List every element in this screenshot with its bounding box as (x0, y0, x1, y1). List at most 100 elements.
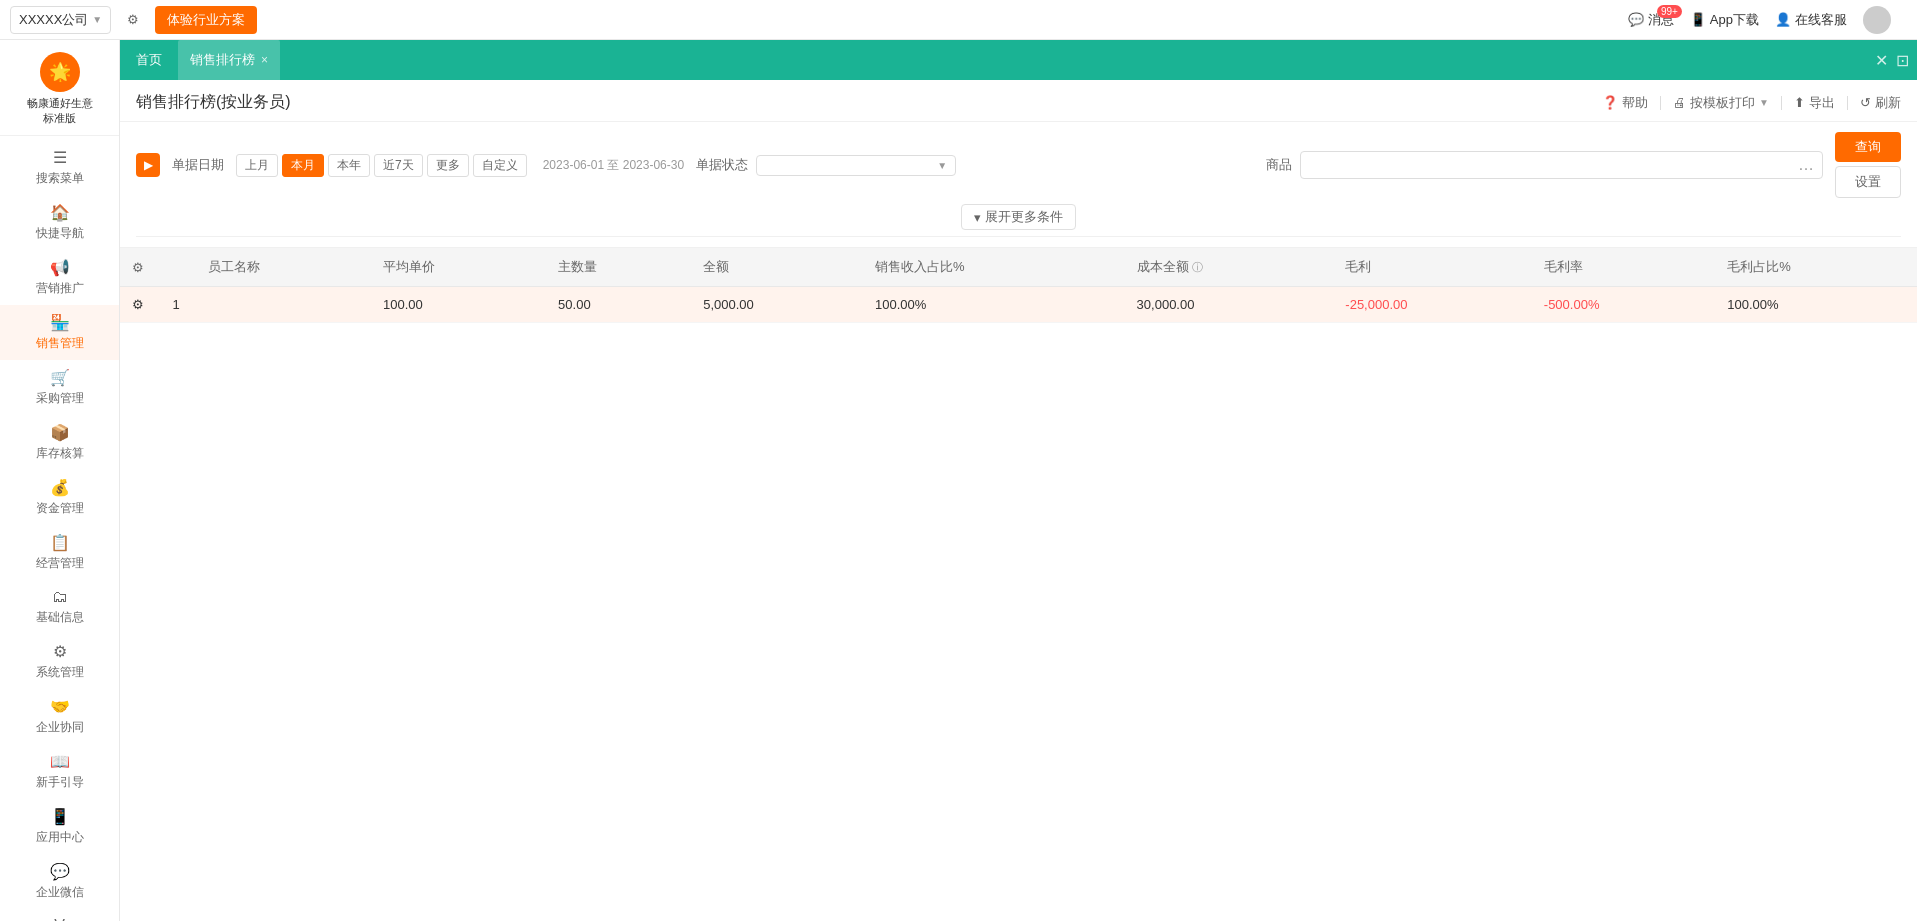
nav-icon-1: 🏠 (50, 203, 70, 222)
nav-icon-7: 📋 (50, 533, 70, 552)
filter-expand-btn[interactable]: ▶ (136, 153, 160, 177)
mobile-icon: 📱 (1690, 12, 1706, 27)
page-header: 销售排行榜(按业务员) ❓ 帮助 🖨 按模板打印 ▼ ⬆ (120, 80, 1917, 122)
sidebar-item-9[interactable]: ⚙系统管理 (0, 634, 119, 689)
col-sales-pct: 销售收入占比% (863, 248, 1125, 287)
date-range-text: 2023-06-01 至 2023-06-30 (543, 157, 684, 174)
logo-emoji: 🌟 (49, 61, 71, 83)
goods-label: 商品 (1266, 156, 1292, 174)
row-gross-rate: -500.00% (1532, 287, 1715, 323)
goods-select[interactable]: … (1300, 151, 1823, 179)
nav-label-12: 应用中心 (36, 829, 84, 846)
expand-label: 展开更多条件 (985, 208, 1063, 226)
doc-status-chevron-icon: ▼ (937, 160, 947, 171)
col-amount: 全额 (691, 248, 863, 287)
sidebar-item-11[interactable]: 📖新手引导 (0, 744, 119, 799)
row-sales-pct: 100.00% (863, 287, 1125, 323)
date-current-year-btn[interactable]: 本年 (328, 154, 370, 177)
goods-more-icon[interactable]: … (1798, 156, 1814, 174)
sidebar-item-2[interactable]: 📢营销推广 (0, 250, 119, 305)
col-gross: 毛利 (1333, 248, 1531, 287)
refresh-button[interactable]: ↺ 刷新 (1860, 94, 1901, 112)
tab-sales-ranking[interactable]: 销售排行榜 × (178, 40, 280, 80)
expand-icon: ▾ (974, 210, 981, 225)
divider (1660, 96, 1661, 110)
chevron-down-icon: ▼ (92, 14, 102, 25)
tab-bar-right: ✕ ⊡ (1875, 51, 1917, 70)
sidebar-item-12[interactable]: 📱 应用中心 (0, 799, 119, 854)
nav-label-13: 企业微信 (36, 884, 84, 901)
nav-icon-12: 📱 (50, 807, 70, 826)
sidebar-item-3[interactable]: 🏪销售管理 (0, 305, 119, 360)
app-download-button[interactable]: 📱 App下载 (1690, 11, 1759, 29)
col-settings[interactable]: ⚙ (120, 248, 156, 287)
help-button[interactable]: ❓ 帮助 (1602, 94, 1648, 112)
doc-status-select[interactable]: ▼ (756, 155, 956, 176)
sidebar-item-1[interactable]: 🏠 快捷导航 (0, 195, 119, 250)
export-button[interactable]: ⬆ 导出 (1794, 94, 1835, 112)
message-badge: 99+ (1657, 5, 1682, 18)
tab-home[interactable]: 首页 (120, 40, 178, 80)
logo-icon: 🌟 (40, 52, 80, 92)
tab-close-icon[interactable]: × (261, 53, 268, 67)
nav-label-8: 基础信息 (36, 609, 84, 626)
sidebar-item-4[interactable]: 🛒采购管理 (0, 360, 119, 415)
nav-label-10: 企业协同 (36, 719, 84, 736)
filter-settings-button[interactable]: 设置 (1835, 166, 1901, 198)
nav-icon-2: 📢 (50, 258, 70, 277)
company-selector[interactable]: XXXXX公司 ▼ (10, 6, 111, 34)
expand-more-btn[interactable]: ▾ 展开更多条件 (961, 204, 1076, 230)
header-right: 💬 消息 99+ 📱 App下载 👤 在线客服 (1628, 6, 1907, 34)
date-current-month-btn[interactable]: 本月 (282, 154, 324, 177)
date-last-month-btn[interactable]: 上月 (236, 154, 278, 177)
nav-label-5: 库存核算 (36, 445, 84, 462)
print-chevron-icon: ▼ (1759, 97, 1769, 108)
nav-label-0: 搜索菜单 (36, 170, 84, 187)
message-button[interactable]: 💬 消息 99+ (1628, 11, 1674, 29)
avatar[interactable] (1863, 6, 1891, 34)
date-custom-btn[interactable]: 自定义 (473, 154, 527, 177)
page-actions: ❓ 帮助 🖨 按模板打印 ▼ ⬆ 导出 (1602, 94, 1901, 112)
export-icon: ⬆ (1794, 95, 1805, 110)
cost-info-icon: ⓘ (1192, 261, 1203, 273)
print-button[interactable]: 🖨 按模板打印 ▼ (1673, 94, 1769, 112)
sidebar-nav: ☰搜索菜单 🏠 快捷导航 📢营销推广🏪销售管理🛒采购管理📦库存核算💰资金管理📋经营管理… (0, 136, 119, 921)
nav-icon-9: ⚙ (53, 642, 67, 661)
col-qty: 主数量 (546, 248, 691, 287)
row-amount: 5,000.00 (691, 287, 863, 323)
doc-status-group: 单据状态 ▼ (696, 155, 1253, 176)
page-title: 销售排行榜(按业务员) (136, 92, 291, 113)
row-qty: 50.00 (546, 287, 691, 323)
tab-label: 销售排行榜 (190, 51, 255, 69)
date-last-7days-btn[interactable]: 近7天 (374, 154, 423, 177)
help-icon: ❓ (1602, 95, 1618, 110)
page-body: 销售排行榜(按业务员) ❓ 帮助 🖨 按模板打印 ▼ ⬆ (120, 80, 1917, 921)
window-close-icon[interactable]: ✕ (1875, 51, 1888, 70)
row-gross: -25,000.00 (1333, 287, 1531, 323)
online-service-button[interactable]: 👤 在线客服 (1775, 11, 1847, 29)
sidebar-item-5[interactable]: 📦库存核算 (0, 415, 119, 470)
row-name (196, 287, 371, 323)
sidebar-item-6[interactable]: 💰资金管理 (0, 470, 119, 525)
sidebar-item-8[interactable]: 🗂基础信息 (0, 580, 119, 634)
divider2 (1781, 96, 1782, 110)
query-button[interactable]: 查询 (1835, 132, 1901, 162)
company-name: XXXXX公司 (19, 11, 88, 29)
sidebar-item-7[interactable]: 📋经营管理 (0, 525, 119, 580)
row-avg-price: 100.00 (371, 287, 546, 323)
nav-icon-11: 📖 (50, 752, 70, 771)
date-more-btn[interactable]: 更多 (427, 154, 469, 177)
company-settings-icon[interactable]: ⚙ (119, 6, 147, 34)
row-settings[interactable]: ⚙ (120, 287, 156, 323)
sidebar-item-13[interactable]: 💬企业微信 (0, 854, 119, 909)
window-maximize-icon[interactable]: ⊡ (1896, 51, 1909, 70)
trial-button[interactable]: 体验行业方案 (155, 6, 257, 34)
table-row: ⚙ 1 100.00 50.00 5,000.00 100.00% 30,000… (120, 287, 1917, 323)
main-content: 首页 销售排行榜 × ✕ ⊡ 销售排行榜(按业务员) ❓ 帮助 (120, 40, 1917, 921)
sidebar-item-14[interactable]: V畅会员 (0, 909, 119, 921)
nav-label-1: 快捷导航 (36, 225, 84, 242)
message-icon: 💬 (1628, 12, 1644, 27)
sidebar-item-0[interactable]: ☰搜索菜单 (0, 140, 119, 195)
row-rank: 1 (156, 287, 196, 323)
sidebar-item-10[interactable]: 🤝企业协同 (0, 689, 119, 744)
